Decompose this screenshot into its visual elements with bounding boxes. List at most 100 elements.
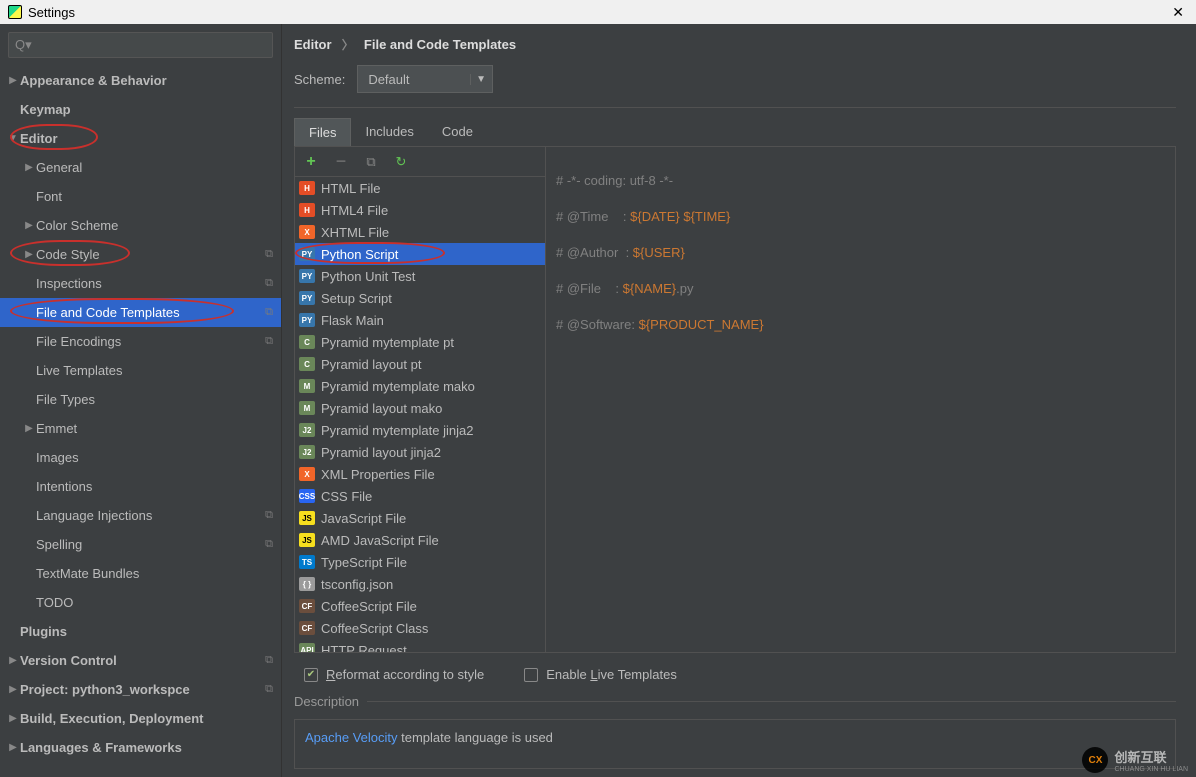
template-list-panel: + − ⧉ ↻ HHTML FileHHTML4 FileXXHTML File… [294, 147, 546, 653]
file-type-icon: JS [299, 511, 315, 525]
apache-velocity-link[interactable]: Apache Velocity [305, 730, 398, 745]
template-pyramid-layout-pt[interactable]: CPyramid layout pt [295, 353, 545, 375]
sidebar-item-plugins[interactable]: Plugins [0, 617, 281, 646]
live-templates-checkbox[interactable]: Enable Live Templates [524, 667, 677, 682]
file-type-icon: CF [299, 599, 315, 613]
tree-arrow-icon: ▶ [6, 75, 20, 86]
editor-panel: # -*- coding: utf-8 -*- # @Time : ${DATE… [546, 147, 1176, 653]
template-label: CoffeeScript Class [321, 621, 428, 636]
tree-label: TextMate Bundles [36, 566, 139, 581]
tab-code[interactable]: Code [428, 118, 487, 146]
breadcrumb-current: File and Code Templates [364, 37, 516, 52]
breadcrumb: Editor 〉 File and Code Templates [294, 36, 1176, 65]
template-amd-javascript-file[interactable]: JSAMD JavaScript File [295, 529, 545, 551]
template-coffeescript-file[interactable]: CF CoffeeScript File [295, 595, 545, 617]
breadcrumb-editor[interactable]: Editor [294, 37, 332, 52]
watermark-logo: CX [1082, 747, 1108, 773]
sidebar-item-general[interactable]: ▶General [0, 153, 281, 182]
check-icon: ✔ [304, 668, 318, 682]
template-tsconfig-json[interactable]: { }tsconfig.json [295, 573, 545, 595]
tree-label: Plugins [20, 624, 67, 639]
template-label: tsconfig.json [321, 577, 393, 592]
template-html4-file[interactable]: HHTML4 File [295, 199, 545, 221]
file-type-icon: API [299, 643, 315, 652]
template-list[interactable]: HHTML FileHHTML4 FileXXHTML FilePYPython… [295, 177, 545, 652]
template-typescript-file[interactable]: TSTypeScript File [295, 551, 545, 573]
file-type-icon: J2 [299, 423, 315, 437]
template-pyramid-mytemplate-pt[interactable]: CPyramid mytemplate pt [295, 331, 545, 353]
template-coffeescript-class[interactable]: CFCoffeeScript Class [295, 617, 545, 639]
template-label: CoffeeScript File [321, 599, 417, 614]
template-python-script[interactable]: PYPython Script [295, 243, 545, 265]
template-pyramid-layout-jinja2[interactable]: J2Pyramid layout jinja2 [295, 441, 545, 463]
template-http-request[interactable]: APIHTTP Request [295, 639, 545, 652]
remove-icon[interactable]: − [333, 154, 349, 170]
file-type-icon: J2 [299, 445, 315, 459]
tree-arrow-icon: ▶ [22, 220, 36, 231]
search-input[interactable] [8, 32, 273, 58]
reformat-checkbox[interactable]: ✔ Reformat according to style [304, 667, 484, 682]
tree-label: Images [36, 450, 79, 465]
add-icon[interactable]: + [303, 154, 319, 170]
copy-icon[interactable]: ⧉ [363, 154, 379, 170]
sidebar-item-editor[interactable]: ▼Editor [0, 124, 281, 153]
template-flask-main[interactable]: PYFlask Main [295, 309, 545, 331]
sidebar-item-appearance-behavior[interactable]: ▶Appearance & Behavior [0, 66, 281, 95]
template-setup-script[interactable]: PYSetup Script [295, 287, 545, 309]
sidebar-item-file-encodings[interactable]: File Encodings⧉ [0, 327, 281, 356]
template-css-file[interactable]: CSSCSS File [295, 485, 545, 507]
sidebar-item-intentions[interactable]: Intentions [0, 472, 281, 501]
chevron-down-icon[interactable]: ▼ [470, 74, 492, 85]
sidebar-item-keymap[interactable]: Keymap [0, 95, 281, 124]
sidebar-item-file-types[interactable]: File Types [0, 385, 281, 414]
template-pyramid-layout-mako[interactable]: MPyramid layout mako [295, 397, 545, 419]
sidebar-item-color-scheme[interactable]: ▶Color Scheme [0, 211, 281, 240]
sidebar-item-build-execution-deployment[interactable]: ▶Build, Execution, Deployment [0, 704, 281, 733]
template-pyramid-mytemplate-jinja2[interactable]: J2 Pyramid mytemplate jinja2 [295, 419, 545, 441]
tree-arrow-icon: ▼ [6, 133, 20, 144]
tree-arrow-icon: ▶ [22, 162, 36, 173]
settings-tree[interactable]: ▶Appearance & BehaviorKeymap▼Editor▶Gene… [0, 66, 281, 777]
template-editor[interactable]: # -*- coding: utf-8 -*- # @Time : ${DATE… [546, 147, 1175, 652]
template-label: Pyramid mytemplate jinja2 [321, 423, 473, 438]
tab-files[interactable]: Files [294, 118, 351, 146]
template-python-unit-test[interactable]: PYPython Unit Test [295, 265, 545, 287]
tree-label: Editor [20, 131, 58, 146]
tree-label: Spelling [36, 537, 82, 552]
sidebar-item-images[interactable]: Images [0, 443, 281, 472]
sidebar-item-project-python3-workspce[interactable]: ▶Project: python3_workspce⧉ [0, 675, 281, 704]
tree-arrow-icon: ▶ [6, 713, 20, 724]
template-javascript-file[interactable]: JSJavaScript File [295, 507, 545, 529]
sidebar-item-language-injections[interactable]: Language Injections⧉ [0, 501, 281, 530]
template-label: HTML File [321, 181, 380, 196]
template-xhtml-file[interactable]: XXHTML File [295, 221, 545, 243]
template-label: TypeScript File [321, 555, 407, 570]
refresh-icon[interactable]: ↻ [393, 154, 409, 170]
tree-arrow-icon: ▶ [22, 249, 36, 260]
template-html-file[interactable]: HHTML File [295, 177, 545, 199]
tree-arrow-icon: ▶ [22, 423, 36, 434]
sidebar-item-todo[interactable]: TODO [0, 588, 281, 617]
scheme-select[interactable]: Default ▼ [357, 65, 492, 93]
close-icon[interactable]: ✕ [1168, 4, 1188, 21]
sidebar-item-live-templates[interactable]: Live Templates [0, 356, 281, 385]
template-label: Python Script [321, 247, 398, 262]
sidebar-item-inspections[interactable]: Inspections⧉ [0, 269, 281, 298]
sidebar-item-code-style[interactable]: ▶Code Style⧉ [0, 240, 281, 269]
tab-includes[interactable]: Includes [351, 118, 427, 146]
template-pyramid-mytemplate-mako[interactable]: MPyramid mytemplate mako [295, 375, 545, 397]
sidebar-item-emmet[interactable]: ▶Emmet [0, 414, 281, 443]
titlebar: Settings ✕ [0, 0, 1196, 24]
scheme-value: Default [358, 72, 469, 87]
sidebar-item-spelling[interactable]: Spelling⧉ [0, 530, 281, 559]
sidebar-item-file-and-code-templates[interactable]: File and Code Templates⧉ [0, 298, 281, 327]
template-label: AMD JavaScript File [321, 533, 439, 548]
sidebar-item-version-control[interactable]: ▶Version Control⧉ [0, 646, 281, 675]
sidebar-item-textmate-bundles[interactable]: TextMate Bundles [0, 559, 281, 588]
options-row: ✔ Reformat according to style Enable Liv… [294, 661, 1176, 688]
template-label: XHTML File [321, 225, 389, 240]
template-xml-properties-file[interactable]: XXML Properties File [295, 463, 545, 485]
sidebar-item-languages-frameworks[interactable]: ▶Languages & Frameworks [0, 733, 281, 762]
sidebar-item-font[interactable]: Font [0, 182, 281, 211]
tree-label: Color Scheme [36, 218, 118, 233]
